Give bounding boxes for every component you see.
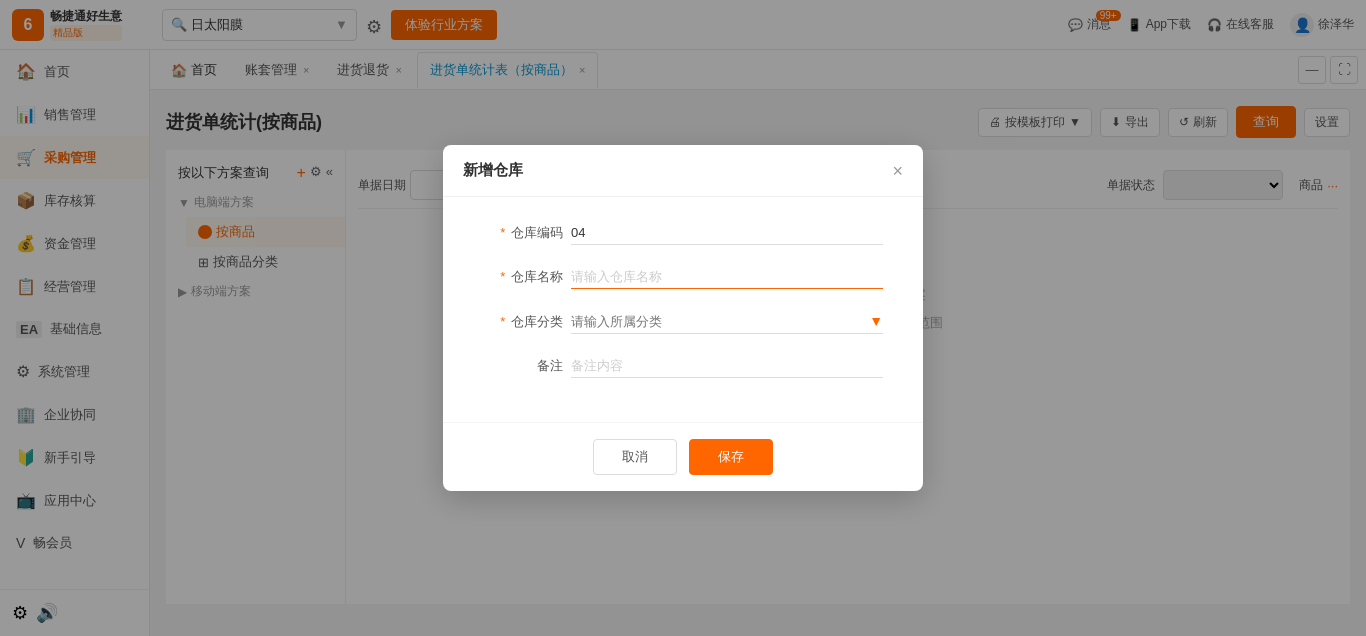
warehouse-name-input[interactable] [571, 265, 883, 289]
form-row-category: * 仓库分类 ▼ [483, 309, 883, 334]
category-select-wrapper[interactable]: ▼ [571, 309, 883, 334]
form-row-name: * 仓库名称 [483, 265, 883, 289]
modal-header: 新增仓库 × [443, 145, 923, 197]
name-label: * 仓库名称 [483, 268, 563, 286]
add-warehouse-modal: 新增仓库 × * 仓库编码 * 仓库名称 [443, 145, 923, 491]
note-input[interactable] [571, 354, 883, 378]
category-label: * 仓库分类 [483, 313, 563, 331]
modal-overlay[interactable]: 新增仓库 × * 仓库编码 * 仓库名称 [0, 0, 1366, 636]
form-row-note: 备注 [483, 354, 883, 378]
cancel-btn[interactable]: 取消 [593, 439, 677, 475]
code-label: * 仓库编码 [483, 224, 563, 242]
modal-close-btn[interactable]: × [892, 162, 903, 180]
note-label: 备注 [483, 357, 563, 375]
warehouse-code-input[interactable] [571, 221, 883, 245]
modal-footer: 取消 保存 [443, 422, 923, 491]
modal-title: 新增仓库 [463, 161, 523, 180]
category-input[interactable] [571, 314, 869, 329]
form-row-code: * 仓库编码 [483, 221, 883, 245]
category-dropdown-icon: ▼ [869, 313, 883, 329]
modal-body: * 仓库编码 * 仓库名称 * 仓库分类 [443, 197, 923, 422]
save-btn[interactable]: 保存 [689, 439, 773, 475]
